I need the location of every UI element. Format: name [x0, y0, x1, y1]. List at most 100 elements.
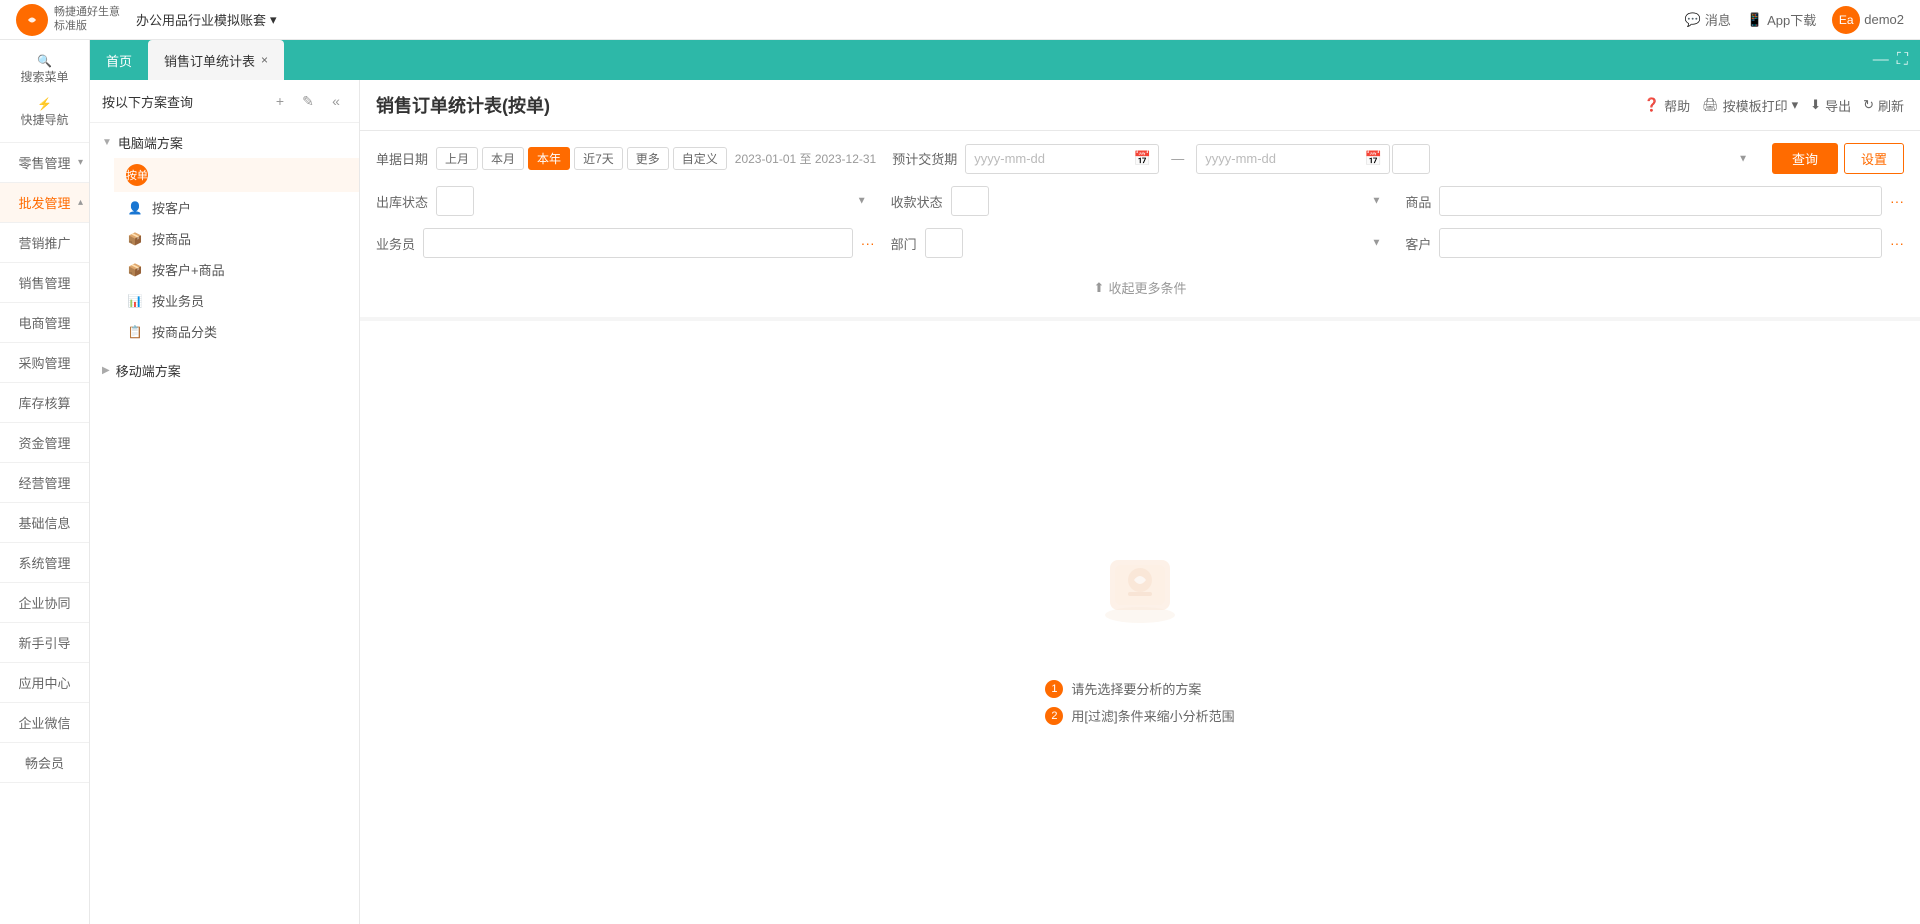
order-status-select-wrapper [1392, 144, 1756, 174]
mobile-section-header[interactable]: ▶ 移动端方案 [90, 355, 359, 386]
scheme-item-by-customer-goods[interactable]: 📦 按客户+商品 [114, 254, 359, 285]
sidebar-item-collaboration[interactable]: 企业协同 [0, 583, 89, 623]
minimize-icon[interactable]: — [1873, 51, 1889, 69]
sidebar-item-wholesale[interactable]: 批发管理 ▴ [0, 183, 89, 223]
sidebar-item-basic-info[interactable]: 基础信息 [0, 503, 89, 543]
refresh-button[interactable]: ↻ 刷新 [1863, 96, 1904, 115]
sidebar-item-finance[interactable]: 资金管理 [0, 423, 89, 463]
salesman-filter-group: 业务员 ··· [376, 228, 875, 258]
customer-more-icon[interactable]: ··· [1890, 235, 1904, 251]
template-print-button[interactable]: 🖨 按模板打印 ▾ [1702, 96, 1798, 115]
department-select[interactable] [925, 228, 963, 258]
collapse-filters-button[interactable]: ⬆ 收起更多条件 [376, 270, 1904, 305]
help-button[interactable]: ❓ 帮助 [1644, 96, 1690, 115]
sidebar-item-sales[interactable]: 销售管理 [0, 263, 89, 303]
customer-filter-group: 客户 ··· [1405, 228, 1904, 258]
search-menu-item[interactable]: 🔍 搜索菜单 [0, 48, 89, 91]
page-title: 销售订单统计表(按单) [376, 92, 550, 118]
arrow-up-icon: ▴ [78, 197, 83, 208]
pc-section-label: 电脑端方案 [118, 133, 183, 152]
delivery-date-label: 预计交货期 [892, 149, 957, 168]
empty-step-2: 2 用[过滤]条件来缩小分析范围 [1045, 706, 1234, 725]
btn-this-month[interactable]: 本月 [482, 147, 524, 170]
sidebar-item-purchase[interactable]: 采购管理 [0, 343, 89, 383]
scheme-item-by-salesman[interactable]: 📊 按业务员 [114, 285, 359, 316]
department-label: 部门 [891, 234, 917, 253]
logo-area: 畅捷通好生意 标准版 [16, 4, 120, 36]
add-scheme-button[interactable]: + [269, 90, 291, 112]
search-button[interactable]: 查询 [1772, 143, 1838, 174]
edit-scheme-button[interactable]: ✎ [297, 90, 319, 112]
sidebar-item-system[interactable]: 系统管理 [0, 543, 89, 583]
close-tab-icon[interactable]: × [261, 53, 268, 67]
sidebar: 🔍 搜索菜单 ⚡ 快捷导航 零售管理 ▾ 批发管理 ▴ 营销推广 销售管理 电商… [0, 40, 90, 924]
left-panel: 按以下方案查询 + ✎ « ▼ 电脑端方案 [90, 80, 360, 924]
arrow-icon: ▾ [78, 157, 83, 168]
sidebar-item-operations[interactable]: 经营管理 [0, 463, 89, 503]
delivery-date-group: 预计交货期 📅 — 📅 [892, 144, 1316, 174]
sidebar-item-label: 应用中心 [18, 673, 70, 692]
goods-label: 商品 [1405, 192, 1431, 211]
scheme-item-by-category[interactable]: 📋 按商品分类 [114, 316, 359, 347]
settings-button[interactable]: 设置 [1844, 143, 1904, 174]
empty-step-1: 1 请先选择要分析的方案 [1045, 679, 1234, 698]
salesman-input[interactable] [423, 228, 853, 258]
sidebar-item-inventory[interactable]: 库存核算 [0, 383, 89, 423]
quick-nav-item[interactable]: ⚡ 快捷导航 [0, 91, 89, 134]
company-selector[interactable]: 办公用品行业模拟账套 ▾ [128, 10, 285, 29]
btn-this-year[interactable]: 本年 [528, 147, 570, 170]
tab-home[interactable]: 首页 [90, 40, 148, 80]
goods-more-icon[interactable]: ··· [1890, 193, 1904, 209]
sidebar-item-label: 资金管理 [18, 433, 70, 452]
collapse-panel-button[interactable]: « [325, 90, 347, 112]
empty-state-steps: 1 请先选择要分析的方案 2 用[过滤]条件来缩小分析范围 [1045, 679, 1234, 725]
scheme-item-by-order[interactable]: 按单 [114, 158, 359, 192]
delivery-date-from[interactable] [965, 144, 1159, 174]
order-status-group: 单据状态 [1332, 144, 1756, 174]
order-status-select[interactable] [1392, 144, 1430, 174]
message-action[interactable]: 💬 消息 [1685, 10, 1731, 29]
user-area[interactable]: Ea demo2 [1832, 6, 1904, 34]
export-button[interactable]: ⬇ 导出 [1810, 96, 1851, 115]
receipt-status-select[interactable] [951, 186, 989, 216]
logo-icon [16, 4, 48, 36]
filter-row-2: 出库状态 收款状态 [376, 186, 1904, 216]
btn-last-7days[interactable]: 近7天 [574, 147, 623, 170]
scheme-item-by-goods[interactable]: 📦 按商品 [114, 223, 359, 254]
empty-state-icon [1080, 520, 1200, 659]
app-download-action[interactable]: 📱 App下载 [1747, 10, 1816, 29]
main-content: 销售订单统计表(按单) ❓ 帮助 🖨 按模板打印 ▾ [360, 80, 1920, 924]
btn-custom-date[interactable]: 自定义 [673, 147, 727, 170]
maximize-icon[interactable]: ⛶ [1897, 51, 1908, 69]
mobile-section: ▶ 移动端方案 [90, 351, 359, 390]
department-select-wrapper [925, 228, 1390, 258]
customer-input[interactable] [1439, 228, 1882, 258]
pc-section-header[interactable]: ▼ 电脑端方案 [90, 127, 359, 158]
receipt-status-group: 收款状态 [891, 186, 1390, 216]
content-header-top: 销售订单统计表(按单) ❓ 帮助 🖨 按模板打印 ▾ [376, 92, 1904, 118]
btn-more-dates[interactable]: 更多 [627, 147, 669, 170]
sidebar-item-marketing[interactable]: 营销推广 [0, 223, 89, 263]
delivery-status-select[interactable] [436, 186, 474, 216]
main-layout: 🔍 搜索菜单 ⚡ 快捷导航 零售管理 ▾ 批发管理 ▴ 营销推广 销售管理 电商… [0, 40, 1920, 924]
sidebar-item-appstore[interactable]: 应用中心 [0, 663, 89, 703]
salesman-more-icon[interactable]: ··· [861, 235, 875, 251]
sidebar-item-member[interactable]: 畅会员 [0, 743, 89, 783]
sidebar-item-guide[interactable]: 新手引导 [0, 623, 89, 663]
goods-input[interactable] [1439, 186, 1882, 216]
delivery-date-to[interactable] [1196, 144, 1390, 174]
sidebar-item-retail[interactable]: 零售管理 ▾ [0, 143, 89, 183]
sidebar-item-enterprise-wechat[interactable]: 企业微信 [0, 703, 89, 743]
receipt-status-select-wrapper [951, 186, 1390, 216]
customer-label: 客户 [1405, 234, 1431, 253]
sidebar-item-ecommerce[interactable]: 电商管理 [0, 303, 89, 343]
phone-icon: 📱 [1747, 12, 1763, 28]
sidebar-item-label: 零售管理 [18, 153, 70, 172]
search-icon: 🔍 [37, 54, 52, 68]
scheme-item-by-customer[interactable]: 👤 按客户 [114, 192, 359, 223]
step-1-number: 1 [1045, 680, 1063, 698]
btn-last-month[interactable]: 上月 [436, 147, 478, 170]
goods-filter-group: 商品 ··· [1405, 186, 1904, 216]
chevron-down-icon: ▾ [270, 12, 277, 28]
tab-sales-order-stats[interactable]: 销售订单统计表 × [148, 40, 284, 80]
